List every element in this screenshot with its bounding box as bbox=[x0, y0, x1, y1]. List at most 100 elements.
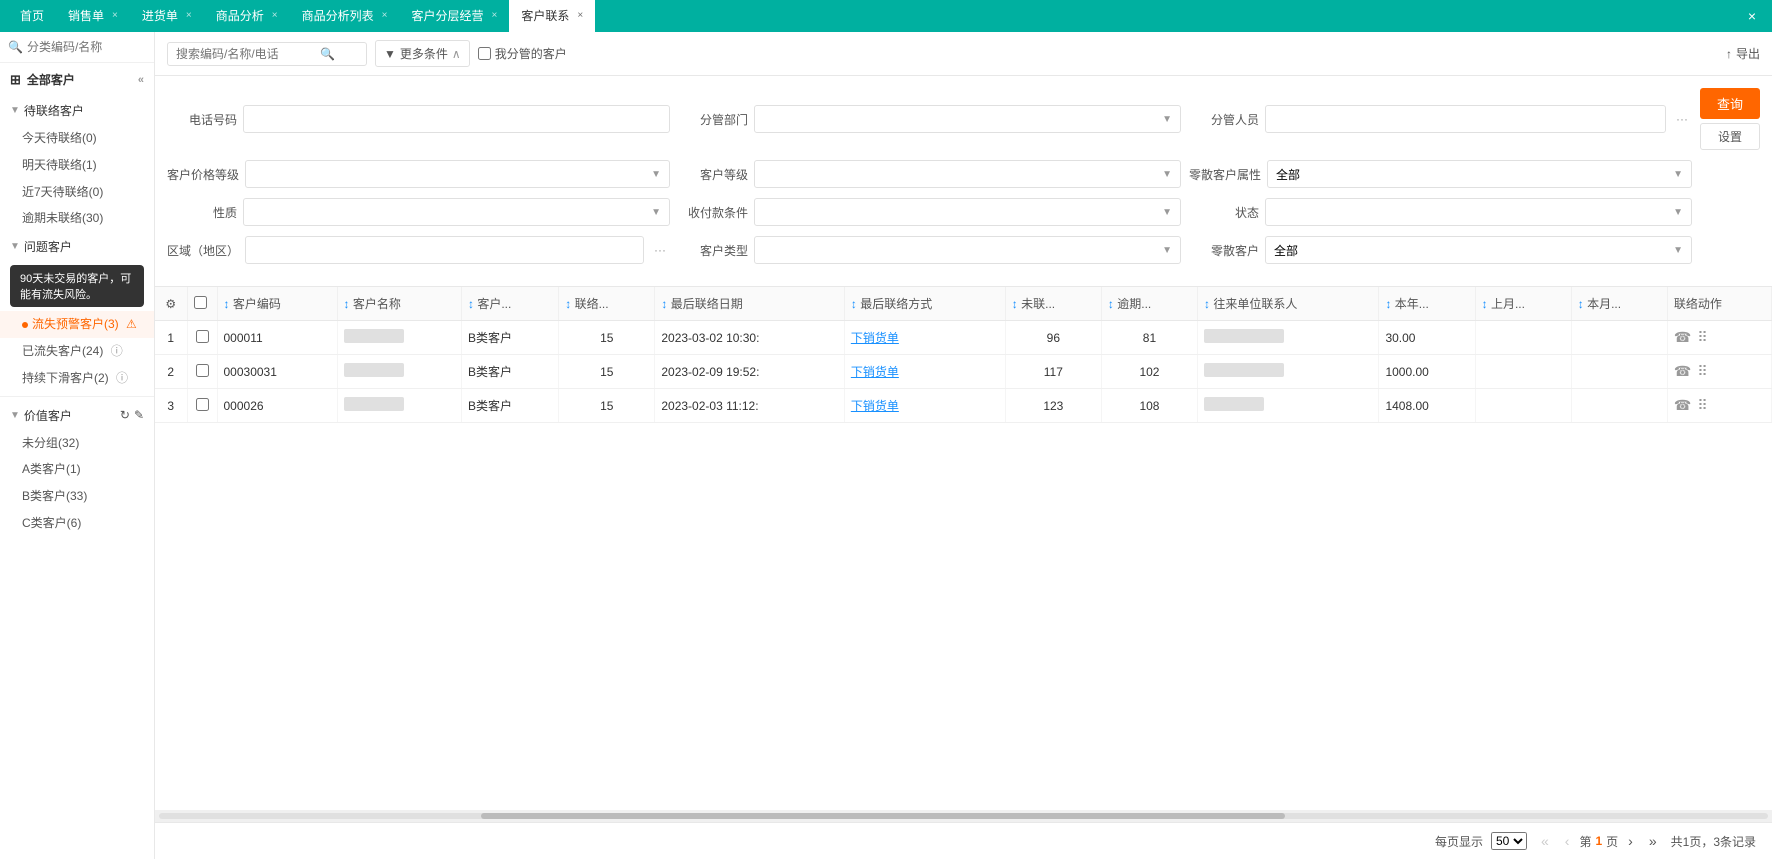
row-checkbox-3[interactable] bbox=[187, 389, 217, 423]
nav-tab-customer-contact[interactable]: 客户联系 × bbox=[509, 0, 595, 32]
sort-icon[interactable]: ↕ bbox=[565, 297, 571, 311]
phone-input[interactable] bbox=[243, 105, 670, 133]
row-thismonth-2 bbox=[1571, 355, 1667, 389]
customer-type-select[interactable]: ▼ bbox=[754, 236, 1181, 264]
sidebar-group-problem-header[interactable]: ▼ 问题客户 bbox=[0, 232, 154, 261]
filter-status: 状态 ▼ bbox=[1189, 198, 1692, 226]
contact-icon[interactable]: ☎ bbox=[1674, 363, 1691, 380]
row-type-1: B类客户 bbox=[462, 321, 559, 355]
sidebar-item-ungroup[interactable]: 未分组(32) bbox=[0, 430, 154, 457]
sidebar-search-input[interactable] bbox=[27, 40, 146, 54]
scrollbar-thumb[interactable] bbox=[481, 813, 1286, 819]
sidebar-group-value-header[interactable]: ▼ 价值客户 ↻ ✎ bbox=[0, 401, 154, 430]
more-actions-icon[interactable]: ⠿ bbox=[1697, 329, 1707, 346]
close-icon[interactable]: × bbox=[491, 0, 497, 32]
more-actions-icon[interactable]: ⠿ bbox=[1697, 363, 1707, 380]
table-area: ⚙ ↕ 客户编码 ↕ 客户名称 bbox=[155, 287, 1772, 859]
query-button[interactable]: 查询 bbox=[1700, 88, 1760, 119]
more-icon[interactable]: ··· bbox=[1672, 112, 1692, 126]
price-level-select[interactable]: ▼ bbox=[245, 160, 670, 188]
chevron-down-icon: ▼ bbox=[1162, 207, 1172, 218]
next-page-btn[interactable]: › bbox=[1622, 831, 1639, 851]
sort-icon[interactable]: ↕ bbox=[661, 297, 667, 311]
per-page-select[interactable]: 50 bbox=[1491, 832, 1527, 850]
nav-tab-purchase[interactable]: 进货单 × bbox=[130, 0, 204, 32]
sort-icon[interactable]: ↕ bbox=[1108, 297, 1114, 311]
window-close-button[interactable]: × bbox=[1740, 8, 1764, 24]
sort-icon[interactable]: ↕ bbox=[344, 297, 350, 311]
nav-tab-analysis-list[interactable]: 商品分析列表 × bbox=[290, 0, 400, 32]
row-name-1 bbox=[337, 321, 462, 355]
first-page-btn[interactable]: « bbox=[1535, 831, 1555, 851]
sort-icon[interactable]: ↕ bbox=[1204, 297, 1210, 311]
group-label: 待联络客户 bbox=[24, 102, 84, 119]
sort-icon[interactable]: ↕ bbox=[468, 297, 474, 311]
contact-icon[interactable]: ☎ bbox=[1674, 397, 1691, 414]
sidebar-item-c-class[interactable]: C类客户(6) bbox=[0, 510, 154, 537]
table-scroll[interactable]: ⚙ ↕ 客户编码 ↕ 客户名称 bbox=[155, 287, 1772, 810]
close-icon[interactable]: × bbox=[577, 0, 583, 32]
more-conditions-btn[interactable]: ▼ 更多条件 ∧ bbox=[375, 40, 470, 67]
sort-icon[interactable]: ↕ bbox=[1012, 297, 1018, 311]
close-icon[interactable]: × bbox=[186, 0, 192, 32]
export-btn[interactable]: ↑ 导出 bbox=[1726, 45, 1760, 62]
close-icon[interactable]: × bbox=[382, 0, 388, 32]
nav-tab-home[interactable]: 首页 bbox=[8, 0, 56, 32]
nav-tab-customer-tier[interactable]: 客户分层经营 × bbox=[399, 0, 509, 32]
sidebar-item-a-class[interactable]: A类客户(1) bbox=[0, 456, 154, 483]
collapse-icon[interactable]: « bbox=[138, 74, 144, 86]
method-link-2[interactable]: 下销货单 bbox=[851, 365, 899, 379]
gear-icon[interactable]: ⚙ bbox=[165, 297, 176, 311]
filter-region: 区域（地区） ··· bbox=[167, 236, 670, 264]
more-icon[interactable]: ··· bbox=[650, 243, 670, 257]
sidebar-item-week[interactable]: 近7天待联络(0) bbox=[0, 179, 154, 206]
region-input[interactable] bbox=[245, 236, 644, 264]
method-link-1[interactable]: 下销货单 bbox=[851, 331, 899, 345]
nav-tab-sales[interactable]: 销售单 × bbox=[56, 0, 130, 32]
nav-tab-analysis[interactable]: 商品分析 × bbox=[204, 0, 290, 32]
sidebar-item-churn-warning[interactable]: 流失预警客户(3) ⚠ bbox=[0, 311, 154, 338]
retail-attr-select[interactable]: 全部 ▼ bbox=[1267, 160, 1692, 188]
sidebar-item-today[interactable]: 今天待联络(0) bbox=[0, 125, 154, 152]
settings-button[interactable]: 设置 bbox=[1700, 123, 1760, 150]
last-page-btn[interactable]: » bbox=[1643, 831, 1663, 851]
sort-icon[interactable]: ↕ bbox=[851, 297, 857, 311]
select-all-checkbox[interactable] bbox=[194, 296, 207, 309]
status-select[interactable]: ▼ bbox=[1265, 198, 1692, 226]
dept-select[interactable]: ▼ bbox=[754, 105, 1181, 133]
edit-icon[interactable]: ✎ bbox=[134, 408, 144, 422]
payment-select[interactable]: ▼ bbox=[754, 198, 1181, 226]
triangle-icon: ▼ bbox=[10, 241, 20, 252]
sort-icon[interactable]: ↕ bbox=[224, 297, 230, 311]
sidebar-item-declining[interactable]: 持续下滑客户(2) ⓘ bbox=[0, 365, 154, 392]
horizontal-scrollbar[interactable] bbox=[155, 810, 1772, 822]
sort-icon[interactable]: ↕ bbox=[1482, 297, 1488, 311]
sort-icon[interactable]: ↕ bbox=[1578, 297, 1584, 311]
gear-header[interactable]: ⚙ bbox=[155, 287, 187, 321]
method-link-3[interactable]: 下销货单 bbox=[851, 399, 899, 413]
th-uncontacted: ↕ 未联... bbox=[1005, 287, 1101, 321]
refresh-icon[interactable]: ↻ bbox=[120, 408, 130, 422]
my-customers-check[interactable] bbox=[478, 47, 491, 60]
sort-icon[interactable]: ↕ bbox=[1385, 297, 1391, 311]
more-actions-icon[interactable]: ⠿ bbox=[1697, 397, 1707, 414]
my-customers-checkbox[interactable]: 我分管的客户 bbox=[478, 45, 567, 62]
sidebar-group-pending-header[interactable]: ▼ 待联络客户 bbox=[0, 96, 154, 125]
search-icon[interactable]: 🔍 bbox=[320, 47, 335, 61]
close-icon[interactable]: × bbox=[272, 0, 278, 32]
customer-level-select[interactable]: ▼ bbox=[754, 160, 1181, 188]
manager-input[interactable] bbox=[1265, 105, 1666, 133]
select-all-header[interactable] bbox=[187, 287, 217, 321]
prev-page-btn[interactable]: ‹ bbox=[1559, 831, 1576, 851]
row-checkbox-1[interactable] bbox=[187, 321, 217, 355]
nature-select[interactable]: ▼ bbox=[243, 198, 670, 226]
sidebar-item-b-class[interactable]: B类客户(33) bbox=[0, 483, 154, 510]
retail-customer-select[interactable]: 全部 ▼ bbox=[1265, 236, 1692, 264]
sidebar-item-churned[interactable]: 已流失客户(24) ⓘ bbox=[0, 338, 154, 365]
sidebar-item-tomorrow[interactable]: 明天待联络(1) bbox=[0, 152, 154, 179]
contact-icon[interactable]: ☎ bbox=[1674, 329, 1691, 346]
sidebar-item-overdue[interactable]: 逾期未联络(30) bbox=[0, 205, 154, 232]
close-icon[interactable]: × bbox=[112, 0, 118, 32]
main-search-input[interactable] bbox=[176, 47, 316, 61]
row-checkbox-2[interactable] bbox=[187, 355, 217, 389]
